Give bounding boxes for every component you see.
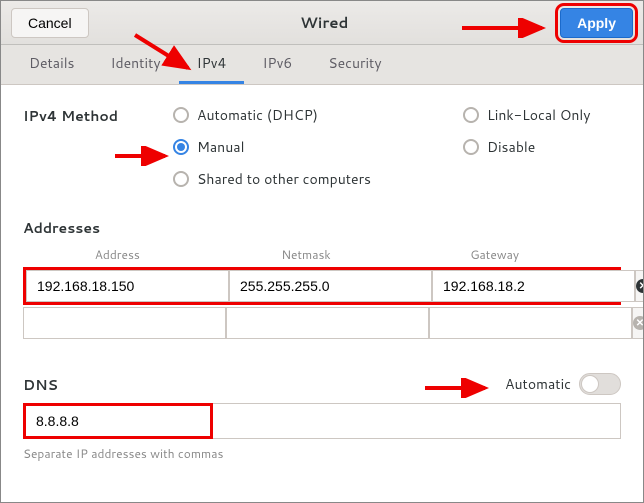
- address-input[interactable]: [26, 270, 229, 302]
- dns-hint: Separate IP addresses with commas: [23, 445, 621, 462]
- apply-button[interactable]: Apply: [560, 8, 633, 38]
- gateway-input[interactable]: [432, 270, 635, 302]
- dialog-title: Wired: [300, 12, 348, 33]
- radio-label: Automatic (DHCP): [197, 105, 318, 125]
- tab-ipv4[interactable]: IPv4: [179, 45, 245, 84]
- radio-linklocal[interactable]: Link-Local Only: [463, 105, 591, 125]
- radio-shared[interactable]: Shared to other computers: [173, 169, 423, 189]
- delete-row-button[interactable]: ✕: [635, 270, 643, 302]
- radio-disable[interactable]: Disable: [463, 137, 591, 157]
- radio-label: Link-Local Only: [487, 105, 591, 125]
- delete-icon: ✕: [636, 279, 643, 293]
- radio-icon: [463, 107, 479, 123]
- tab-security[interactable]: Security: [310, 45, 399, 84]
- tab-identity[interactable]: Identity: [93, 45, 179, 84]
- radio-label: Disable: [487, 137, 535, 157]
- radio-icon: [173, 171, 189, 187]
- dns-auto-switch[interactable]: [579, 373, 621, 395]
- delete-icon: ✕: [633, 316, 643, 330]
- gateway-input-empty[interactable]: [429, 307, 632, 339]
- netmask-input[interactable]: [229, 270, 432, 302]
- radio-label: Shared to other computers: [197, 169, 371, 189]
- delete-row-button[interactable]: ✕: [632, 307, 643, 339]
- radio-manual[interactable]: Manual: [173, 137, 423, 157]
- col-gateway-header: Gateway: [400, 246, 589, 263]
- radio-icon: [173, 139, 189, 155]
- dns-input-rest[interactable]: [213, 403, 621, 439]
- col-netmask-header: Netmask: [212, 246, 401, 263]
- addresses-label: Addresses: [23, 217, 173, 238]
- netmask-input-empty[interactable]: [226, 307, 429, 339]
- radio-automatic[interactable]: Automatic (DHCP): [173, 105, 423, 125]
- cancel-button[interactable]: Cancel: [11, 8, 89, 38]
- dns-auto-label: Automatic: [505, 374, 571, 394]
- dns-input[interactable]: [23, 403, 213, 439]
- ipv4-method-label: IPv4 Method: [23, 105, 173, 126]
- address-input-empty[interactable]: [23, 307, 226, 339]
- tab-details[interactable]: Details: [11, 45, 93, 84]
- tab-ipv6[interactable]: IPv6: [244, 45, 310, 84]
- radio-label: Manual: [197, 137, 244, 157]
- dns-label: DNS: [23, 374, 173, 395]
- radio-icon: [463, 139, 479, 155]
- col-address-header: Address: [23, 246, 212, 263]
- radio-icon: [173, 107, 189, 123]
